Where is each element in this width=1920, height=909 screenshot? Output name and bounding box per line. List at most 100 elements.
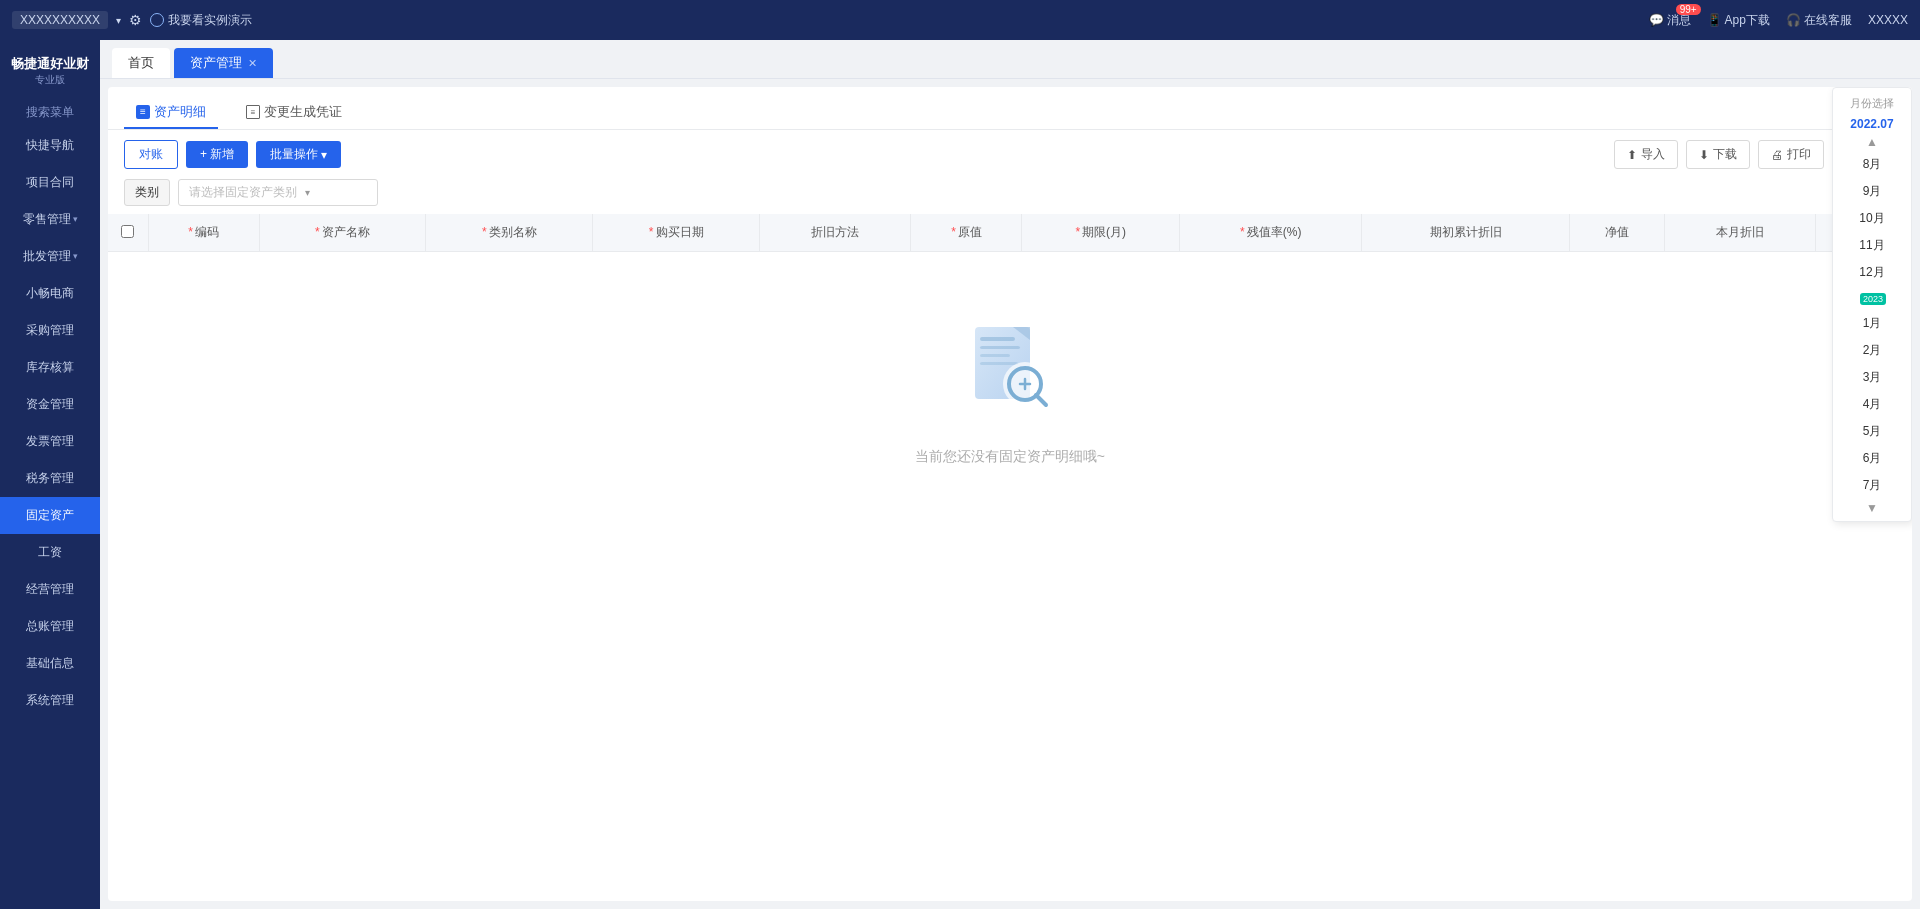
sidebar-search[interactable]: 搜索菜单 [0, 98, 100, 127]
message-badge: 99+ [1676, 4, 1701, 15]
col-checkbox [108, 214, 148, 252]
year-badge: 2023 [1860, 293, 1886, 305]
tab-close-icon[interactable]: ✕ [248, 57, 257, 70]
col-buy-date: *购买日期 [593, 214, 760, 252]
download-icon: ⬇ [1699, 148, 1709, 162]
sidebar-item-ledger[interactable]: 总账管理 [0, 608, 100, 645]
month-item-4[interactable]: 4月 [1833, 391, 1911, 418]
headset-icon: 🎧 [1786, 13, 1801, 27]
sub-tab-bar: ≡ 资产明细 ≡ 变更生成凭证 [108, 87, 1912, 130]
print-button[interactable]: 🖨 打印 [1758, 140, 1824, 169]
month-item-1[interactable]: 1月 [1833, 310, 1911, 337]
tab-asset-management[interactable]: 资产管理 ✕ [174, 48, 273, 78]
reconcile-button[interactable]: 对账 [124, 140, 178, 169]
month-item-10[interactable]: 10月 [1833, 205, 1911, 232]
month-item-12[interactable]: 12月 [1833, 259, 1911, 286]
demo-circle-icon [150, 13, 164, 27]
month-item-3[interactable]: 3月 [1833, 364, 1911, 391]
col-period: *期限(月) [1022, 214, 1180, 252]
import-icon: ⬆ [1627, 148, 1637, 162]
sidebar-item-system[interactable]: 系统管理 [0, 682, 100, 719]
retail-arrow-icon: ▾ [73, 214, 78, 224]
sidebar-item-ecommerce[interactable]: 小畅电商 [0, 275, 100, 312]
company-dropdown-icon[interactable]: ▾ [116, 15, 121, 26]
sidebar-item-salary[interactable]: 工资 [0, 534, 100, 571]
download-button[interactable]: ⬇ 下载 [1686, 140, 1750, 169]
company-selector[interactable]: XXXXXXXXXX [12, 11, 108, 29]
empty-state: 当前您还没有固定资产明细哦~ [108, 252, 1912, 526]
col-category: *类别名称 [426, 214, 593, 252]
online-service-button[interactable]: 🎧 在线客服 [1786, 12, 1852, 29]
filter-select-arrow-icon: ▾ [305, 187, 310, 198]
main-layout: 畅捷通好业财 专业版 搜索菜单 快捷导航 项目合同 零售管理▾ 批发管理▾ 小畅… [0, 40, 1920, 909]
month-item-8[interactable]: 8月 [1833, 151, 1911, 178]
col-accumulated-depreciation: 期初累计折旧 [1362, 214, 1569, 252]
sidebar-item-fixed-assets[interactable]: 固定资产 [0, 497, 100, 534]
message-button[interactable]: 💬 消息 99+ [1649, 12, 1691, 29]
month-panel: 月份选择 2022.07 ▲ 8月 9月 10月 11月 12月 2023 1月… [1832, 87, 1912, 522]
batch-button[interactable]: 批量操作 ▾ [256, 141, 341, 168]
print-icon: 🖨 [1771, 148, 1783, 162]
doc-icon: ≡ [246, 105, 260, 119]
sidebar-item-invoice[interactable]: 发票管理 [0, 423, 100, 460]
asset-table: *编码 *资产名称 *类别名称 *购买日期 折旧方法 *原值 *期限(月) *残… [108, 214, 1912, 526]
sidebar-item-purchase[interactable]: 采购管理 [0, 312, 100, 349]
page-content: ≡ 资产明细 ≡ 变更生成凭证 对账 + 新增 批量操作 ▾ ⬆ [108, 87, 1912, 901]
import-button[interactable]: ⬆ 导入 [1614, 140, 1678, 169]
settings-icon[interactable]: ⚙ [129, 12, 142, 28]
month-item-11[interactable]: 11月 [1833, 232, 1911, 259]
tab-home[interactable]: 首页 [112, 48, 170, 78]
sidebar-item-quick-nav[interactable]: 快捷导航 [0, 127, 100, 164]
col-monthly-depreciation: 本月折旧 [1665, 214, 1816, 252]
empty-text: 当前您还没有固定资产明细哦~ [915, 448, 1105, 466]
filter-category-label[interactable]: 类别 [124, 179, 170, 206]
list-icon: ≡ [136, 105, 150, 119]
col-depreciation-method: 折旧方法 [760, 214, 911, 252]
svg-rect-4 [980, 362, 1018, 365]
top-bar: XXXXXXXXXX ▾ ⚙ 我要看实例演示 💬 消息 99+ 📱 App下载 … [0, 0, 1920, 40]
sidebar-item-project[interactable]: 项目合同 [0, 164, 100, 201]
month-item-7[interactable]: 7月 [1833, 472, 1911, 499]
sidebar-item-wholesale[interactable]: 批发管理▾ [0, 238, 100, 275]
col-net-value: 净值 [1569, 214, 1664, 252]
col-code: *编码 [148, 214, 259, 252]
filter-category-select[interactable]: 请选择固定资产类别 ▾ [178, 179, 378, 206]
col-residual-rate: *残值率(%) [1180, 214, 1362, 252]
month-item-6[interactable]: 6月 [1833, 445, 1911, 472]
add-button[interactable]: + 新增 [186, 141, 248, 168]
user-menu[interactable]: XXXXX [1868, 13, 1908, 27]
month-nav-up-button[interactable]: ▲ [1866, 133, 1878, 151]
app-brand: 畅捷通好业财 专业版 [0, 48, 100, 98]
content-area: 首页 资产管理 ✕ ≡ 资产明细 ≡ 变更生成凭证 [100, 40, 1920, 909]
demo-link[interactable]: 我要看实例演示 [150, 12, 252, 29]
sidebar: 畅捷通好业财 专业版 搜索菜单 快捷导航 项目合同 零售管理▾ 批发管理▾ 小畅… [0, 40, 100, 909]
wholesale-arrow-icon: ▾ [73, 251, 78, 261]
sidebar-item-basic-info[interactable]: 基础信息 [0, 645, 100, 682]
sub-tab-asset-detail[interactable]: ≡ 资产明细 [124, 97, 218, 129]
message-icon: 💬 [1649, 13, 1664, 27]
month-item-2[interactable]: 2月 [1833, 337, 1911, 364]
svg-rect-3 [980, 354, 1010, 357]
svg-rect-1 [980, 337, 1015, 341]
month-year-2023-badge: 2023 [1833, 286, 1911, 310]
filter-bar: 类别 请选择固定资产类别 ▾ [108, 179, 1912, 214]
table-container: *编码 *资产名称 *类别名称 *购买日期 折旧方法 *原值 *期限(月) *残… [108, 214, 1912, 901]
sidebar-item-tax[interactable]: 税务管理 [0, 460, 100, 497]
top-bar-left: XXXXXXXXXX ▾ ⚙ 我要看实例演示 [12, 11, 1641, 29]
month-item-5[interactable]: 5月 [1833, 418, 1911, 445]
top-bar-right: 💬 消息 99+ 📱 App下载 🎧 在线客服 XXXXX [1649, 12, 1908, 29]
sidebar-item-operation[interactable]: 经营管理 [0, 571, 100, 608]
sidebar-item-retail[interactable]: 零售管理▾ [0, 201, 100, 238]
month-panel-title: 月份选择 [1842, 92, 1902, 115]
empty-illustration [950, 312, 1070, 432]
month-nav-down-button[interactable]: ▼ [1866, 499, 1878, 517]
month-panel-current: 2022.07 [1842, 115, 1901, 133]
table-header-row: *编码 *资产名称 *类别名称 *购买日期 折旧方法 *原值 *期限(月) *残… [108, 214, 1912, 252]
select-all-checkbox[interactable] [121, 225, 134, 238]
sidebar-item-finance[interactable]: 资金管理 [0, 386, 100, 423]
sub-tab-voucher[interactable]: ≡ 变更生成凭证 [234, 97, 354, 129]
month-item-9[interactable]: 9月 [1833, 178, 1911, 205]
col-original-value: *原值 [911, 214, 1022, 252]
app-download-button[interactable]: 📱 App下载 [1707, 12, 1770, 29]
sidebar-item-inventory[interactable]: 库存核算 [0, 349, 100, 386]
